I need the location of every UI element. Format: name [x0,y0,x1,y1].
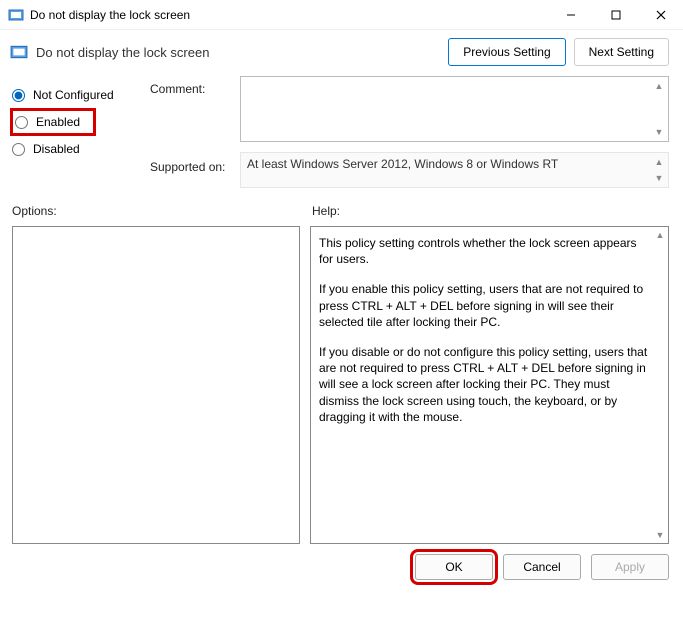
radio-not-configured[interactable]: Not Configured [10,82,150,108]
scroll-up-icon[interactable]: ▲ [653,228,667,242]
previous-setting-button[interactable]: Previous Setting [448,38,565,66]
window-title: Do not display the lock screen [30,8,548,22]
radio-label: Not Configured [33,88,114,102]
scrollbar[interactable]: ▲ ▼ [652,79,666,139]
state-radio-group: Not Configured Enabled Disabled [10,76,150,188]
policy-icon [8,7,24,23]
config-area: Not Configured Enabled Disabled Comment:… [0,70,683,192]
next-setting-button[interactable]: Next Setting [574,38,669,66]
scroll-down-icon[interactable]: ▼ [652,171,666,185]
dialog-footer: OK Cancel Apply [0,544,683,580]
radio-disabled-input[interactable] [12,143,25,156]
header-row: Do not display the lock screen Previous … [0,30,683,70]
radio-enabled[interactable]: Enabled [10,108,96,136]
scroll-up-icon[interactable]: ▲ [652,155,666,169]
close-button[interactable] [638,0,683,30]
help-panel: This policy setting controls whether the… [310,226,669,544]
panels: This policy setting controls whether the… [0,222,683,544]
minimize-button[interactable] [548,0,593,30]
options-label: Options: [12,204,312,218]
radio-label: Enabled [36,115,80,129]
scrollbar[interactable]: ▲ ▼ [652,155,666,185]
options-panel [12,226,300,544]
scrollbar[interactable]: ▲ ▼ [653,228,667,542]
apply-button[interactable]: Apply [591,554,669,580]
help-paragraph: This policy setting controls whether the… [319,235,648,267]
policy-title: Do not display the lock screen [36,45,440,60]
radio-label: Disabled [33,142,80,156]
title-bar: Do not display the lock screen [0,0,683,30]
help-paragraph: If you disable or do not configure this … [319,344,648,425]
section-labels: Options: Help: [0,192,683,222]
scroll-up-icon[interactable]: ▲ [652,79,666,93]
supported-on-text: At least Windows Server 2012, Windows 8 … [247,157,558,171]
comment-label: Comment: [150,82,240,150]
help-paragraph: If you enable this policy setting, users… [319,281,648,330]
radio-not-configured-input[interactable] [12,89,25,102]
policy-icon [10,43,28,61]
field-labels: Comment: Supported on: [150,76,240,188]
supported-label: Supported on: [150,160,240,174]
radio-enabled-input[interactable] [15,116,28,129]
scroll-down-icon[interactable]: ▼ [653,528,667,542]
help-label: Help: [312,204,340,218]
maximize-button[interactable] [593,0,638,30]
scroll-down-icon[interactable]: ▼ [652,125,666,139]
supported-on-field: At least Windows Server 2012, Windows 8 … [240,152,669,188]
cancel-button[interactable]: Cancel [503,554,581,580]
radio-disabled[interactable]: Disabled [10,136,150,162]
comment-textarea[interactable]: ▲ ▼ [240,76,669,142]
ok-button[interactable]: OK [415,554,493,580]
